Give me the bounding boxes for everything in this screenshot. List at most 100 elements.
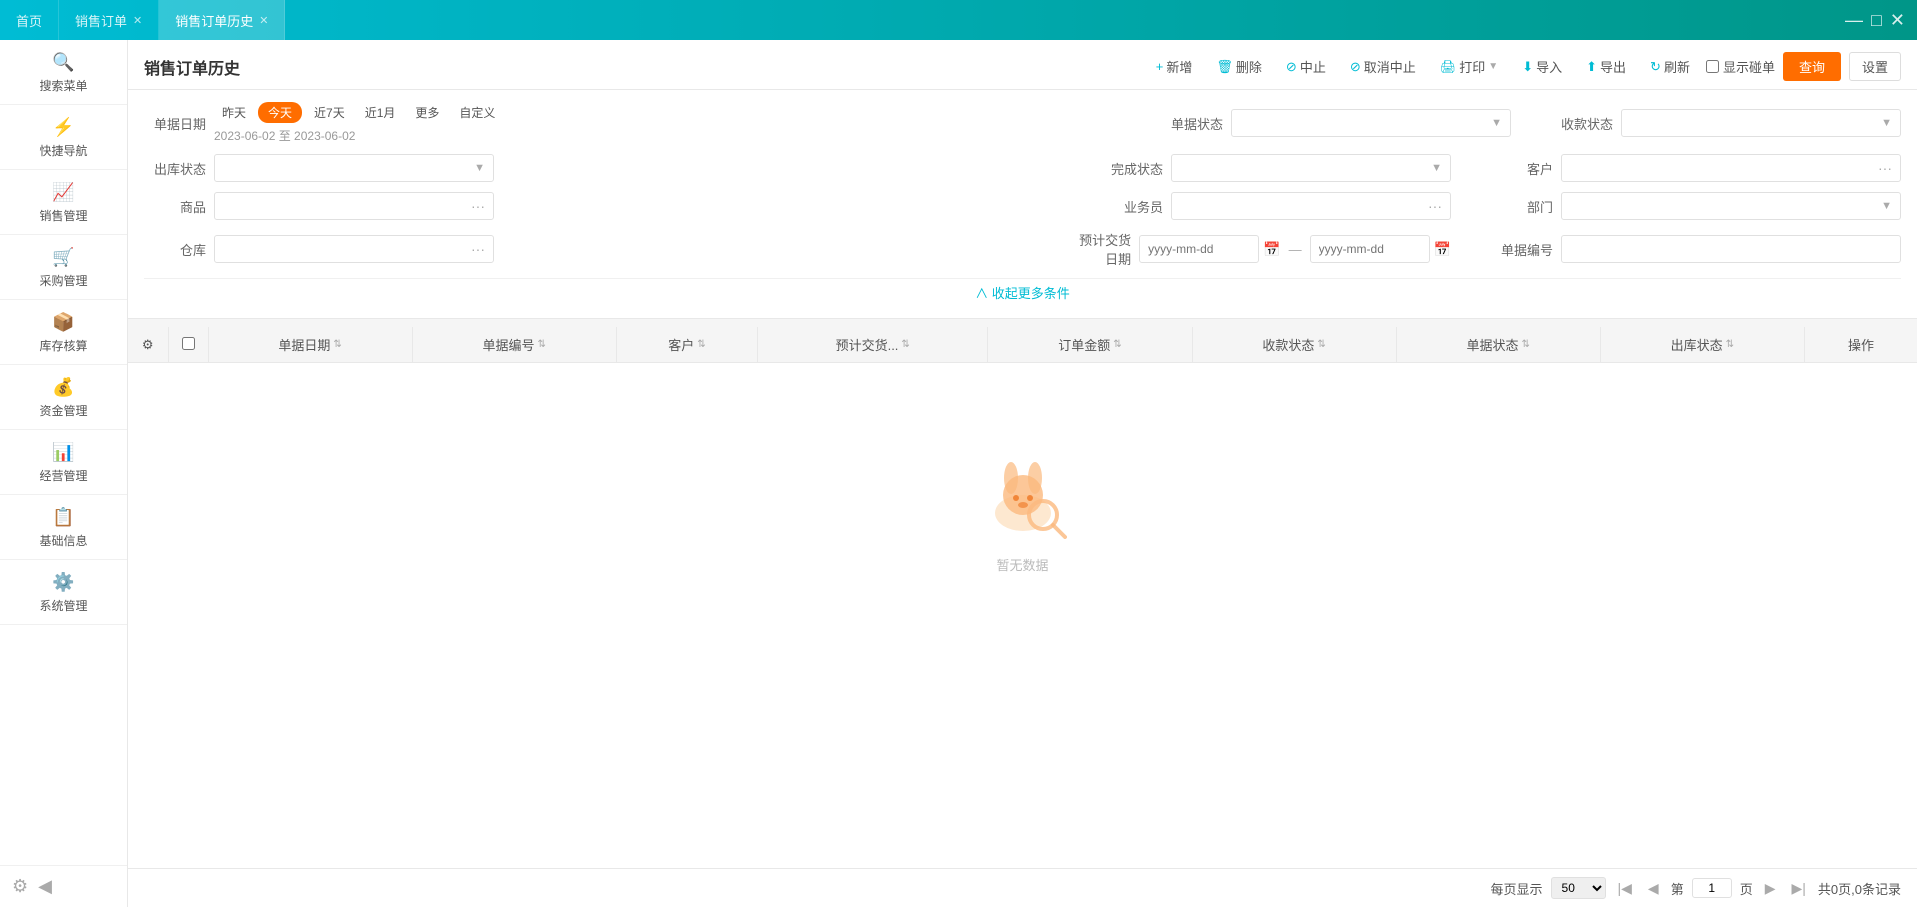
date-tab-today[interactable]: 今天 xyxy=(258,102,302,123)
th-bill-status[interactable]: 单据状态 ⇅ xyxy=(1396,327,1600,363)
tab-sales-order[interactable]: 销售订单 ✕ xyxy=(59,0,159,40)
date-tab-yesterday[interactable]: 昨天 xyxy=(214,102,254,123)
expected-delivery-label: 预计交货日期 xyxy=(1069,230,1139,268)
operation-icon: 📊 xyxy=(52,442,74,463)
stop-button[interactable]: ⊘ 中止 xyxy=(1278,53,1334,80)
cancel-stop-icon: ⊘ xyxy=(1350,59,1361,75)
page-size-label: 每页显示 xyxy=(1491,879,1543,898)
th-customer[interactable]: 客户 ⇅ xyxy=(616,327,757,363)
salesperson-select[interactable]: ··· xyxy=(1171,192,1451,220)
payment-status-sort-icon: ⇅ xyxy=(1317,339,1325,350)
cancel-stop-label: 取消中止 xyxy=(1364,57,1416,76)
th-customer-label: 客户 xyxy=(668,335,694,354)
customer-sort-icon: ⇅ xyxy=(697,339,705,350)
th-settings[interactable]: ⚙ xyxy=(128,327,168,363)
toolbar: + 新增 🗑 删除 ⊘ 中止 ⊘ 取消中止 xyxy=(1148,52,1901,81)
cancel-stop-button[interactable]: ⊘ 取消中止 xyxy=(1342,53,1424,80)
settings-bottom-icon[interactable]: ⚙ xyxy=(12,876,28,897)
import-button[interactable]: ⬇ 导入 xyxy=(1514,53,1570,80)
date-tab-custom[interactable]: 自定义 xyxy=(451,102,503,123)
bill-status-label: 单据状态 xyxy=(1161,114,1231,133)
table-settings-icon[interactable]: ⚙ xyxy=(142,337,154,352)
sidebar-item-operation[interactable]: 📊 经营管理 xyxy=(0,430,127,495)
collapse-sidebar-icon[interactable]: ◀ xyxy=(38,876,52,897)
page-size-select[interactable]: 10 20 50 100 xyxy=(1551,877,1606,899)
delivery-status-sort-icon: ⇅ xyxy=(1726,339,1734,350)
th-date[interactable]: 单据日期 ⇅ xyxy=(208,327,412,363)
warehouse-select[interactable]: ··· xyxy=(214,235,494,263)
completion-status-select[interactable]: ▼ xyxy=(1171,154,1451,182)
page-number-input[interactable] xyxy=(1692,878,1732,898)
goods-label: 商品 xyxy=(144,197,214,216)
date-tab-more[interactable]: 更多 xyxy=(407,102,447,123)
th-payment-status[interactable]: 收款状态 ⇅ xyxy=(1192,327,1396,363)
th-expected-delivery[interactable]: 预计交货... ⇅ xyxy=(758,327,988,363)
goods-select[interactable]: ··· xyxy=(214,192,494,220)
refresh-button[interactable]: ↻ 刷新 xyxy=(1642,53,1698,80)
date-tab-7days[interactable]: 近7天 xyxy=(306,102,353,123)
customer-ellipsis-icon[interactable]: ··· xyxy=(1878,160,1892,176)
display-toggle: 显示碰单 xyxy=(1706,57,1775,76)
topbar-minus-icon[interactable]: — xyxy=(1845,10,1863,31)
topbar-close-icon[interactable]: ✕ xyxy=(1890,10,1905,31)
warehouse-ellipsis-icon[interactable]: ··· xyxy=(471,241,485,257)
sidebar-item-sys-mgmt[interactable]: ⚙️ 系统管理 xyxy=(0,560,127,625)
goods-ellipsis-icon[interactable]: ··· xyxy=(471,198,485,214)
customer-select[interactable]: ··· xyxy=(1561,154,1901,182)
print-button[interactable]: 🖨 打印 ▼ xyxy=(1432,53,1506,80)
query-button[interactable]: 查询 xyxy=(1783,52,1841,81)
export-button[interactable]: ⬆ 导出 xyxy=(1578,53,1634,80)
delete-button[interactable]: 🗑 删除 xyxy=(1208,53,1270,80)
tab-home[interactable]: 首页 xyxy=(0,0,59,40)
last-page-button[interactable]: ▶| xyxy=(1788,880,1810,897)
th-amount[interactable]: 订单金额 ⇅ xyxy=(988,327,1192,363)
bill-number-input[interactable] xyxy=(1561,235,1901,263)
close-sales-order-icon[interactable]: ✕ xyxy=(133,14,142,27)
bill-number-label: 单据编号 xyxy=(1491,240,1561,259)
topbar-maximize-icon[interactable]: □ xyxy=(1871,10,1882,31)
sidebar-item-quick-nav[interactable]: ⚡ 快捷导航 xyxy=(0,105,127,170)
first-page-button[interactable]: |◀ xyxy=(1614,880,1636,897)
th-delivery-status-label: 出库状态 xyxy=(1671,335,1723,354)
sidebar-item-base-info[interactable]: 📋 基础信息 xyxy=(0,495,127,560)
display-toggle-checkbox[interactable] xyxy=(1706,60,1719,73)
close-history-icon[interactable]: ✕ xyxy=(259,14,268,27)
date-tab-1month[interactable]: 近1月 xyxy=(357,102,404,123)
tab-sales-order-history[interactable]: 销售订单历史 ✕ xyxy=(159,0,285,40)
settings-button[interactable]: 设置 xyxy=(1849,52,1901,81)
delivery-end-calendar-icon[interactable]: 📅 xyxy=(1434,241,1451,258)
payment-status-select[interactable]: ▼ xyxy=(1621,109,1901,137)
sidebar-item-sales-mgmt[interactable]: 📈 销售管理 xyxy=(0,170,127,235)
sidebar-label-base-info: 基础信息 xyxy=(39,532,87,549)
page-content: 销售订单历史 + 新增 🗑 删除 ⊘ 中止 ⊘ xyxy=(128,40,1917,907)
department-select[interactable]: ▼ xyxy=(1561,192,1901,220)
expected-delivery-sort-icon: ⇅ xyxy=(901,339,909,350)
topbar-right: — □ ✕ xyxy=(1845,10,1917,31)
prev-page-button[interactable]: ◀ xyxy=(1644,880,1663,897)
delivery-status-chevron: ▼ xyxy=(474,162,485,174)
sidebar-item-inventory[interactable]: 📦 库存核算 xyxy=(0,300,127,365)
th-number[interactable]: 单据编号 ⇅ xyxy=(412,327,616,363)
bill-status-select[interactable]: ▼ xyxy=(1231,109,1511,137)
new-icon: + xyxy=(1156,59,1164,74)
total-records: 共0页,0条记录 xyxy=(1818,879,1901,898)
expected-delivery-start-input[interactable] xyxy=(1139,235,1259,263)
th-delivery-status[interactable]: 出库状态 ⇅ xyxy=(1600,327,1804,363)
th-checkbox[interactable] xyxy=(168,327,208,363)
delivery-status-select[interactable]: ▼ xyxy=(214,154,494,182)
next-page-button[interactable]: ▶ xyxy=(1761,880,1780,897)
new-button[interactable]: + 新增 xyxy=(1148,53,1201,80)
expected-delivery-end-input[interactable] xyxy=(1310,235,1430,263)
sidebar-label-operation: 经营管理 xyxy=(39,467,87,484)
sidebar: 🔍 搜索菜单 ⚡ 快捷导航 📈 销售管理 🛒 采购管理 📦 库存核算 💰 资金管… xyxy=(0,40,128,907)
salesperson-ellipsis-icon[interactable]: ··· xyxy=(1428,198,1442,214)
th-operation-label: 操作 xyxy=(1848,338,1874,353)
sidebar-item-search-menu[interactable]: 🔍 搜索菜单 xyxy=(0,40,127,105)
payment-status-label: 收款状态 xyxy=(1551,114,1621,133)
quick-nav-icon: ⚡ xyxy=(52,117,74,138)
sidebar-item-purchase-mgmt[interactable]: 🛒 采购管理 xyxy=(0,235,127,300)
sidebar-item-finance[interactable]: 💰 资金管理 xyxy=(0,365,127,430)
collapse-bar[interactable]: ∧ 收起更多条件 xyxy=(144,278,1901,306)
delivery-start-calendar-icon[interactable]: 📅 xyxy=(1263,241,1280,258)
select-all-checkbox[interactable] xyxy=(182,337,195,350)
